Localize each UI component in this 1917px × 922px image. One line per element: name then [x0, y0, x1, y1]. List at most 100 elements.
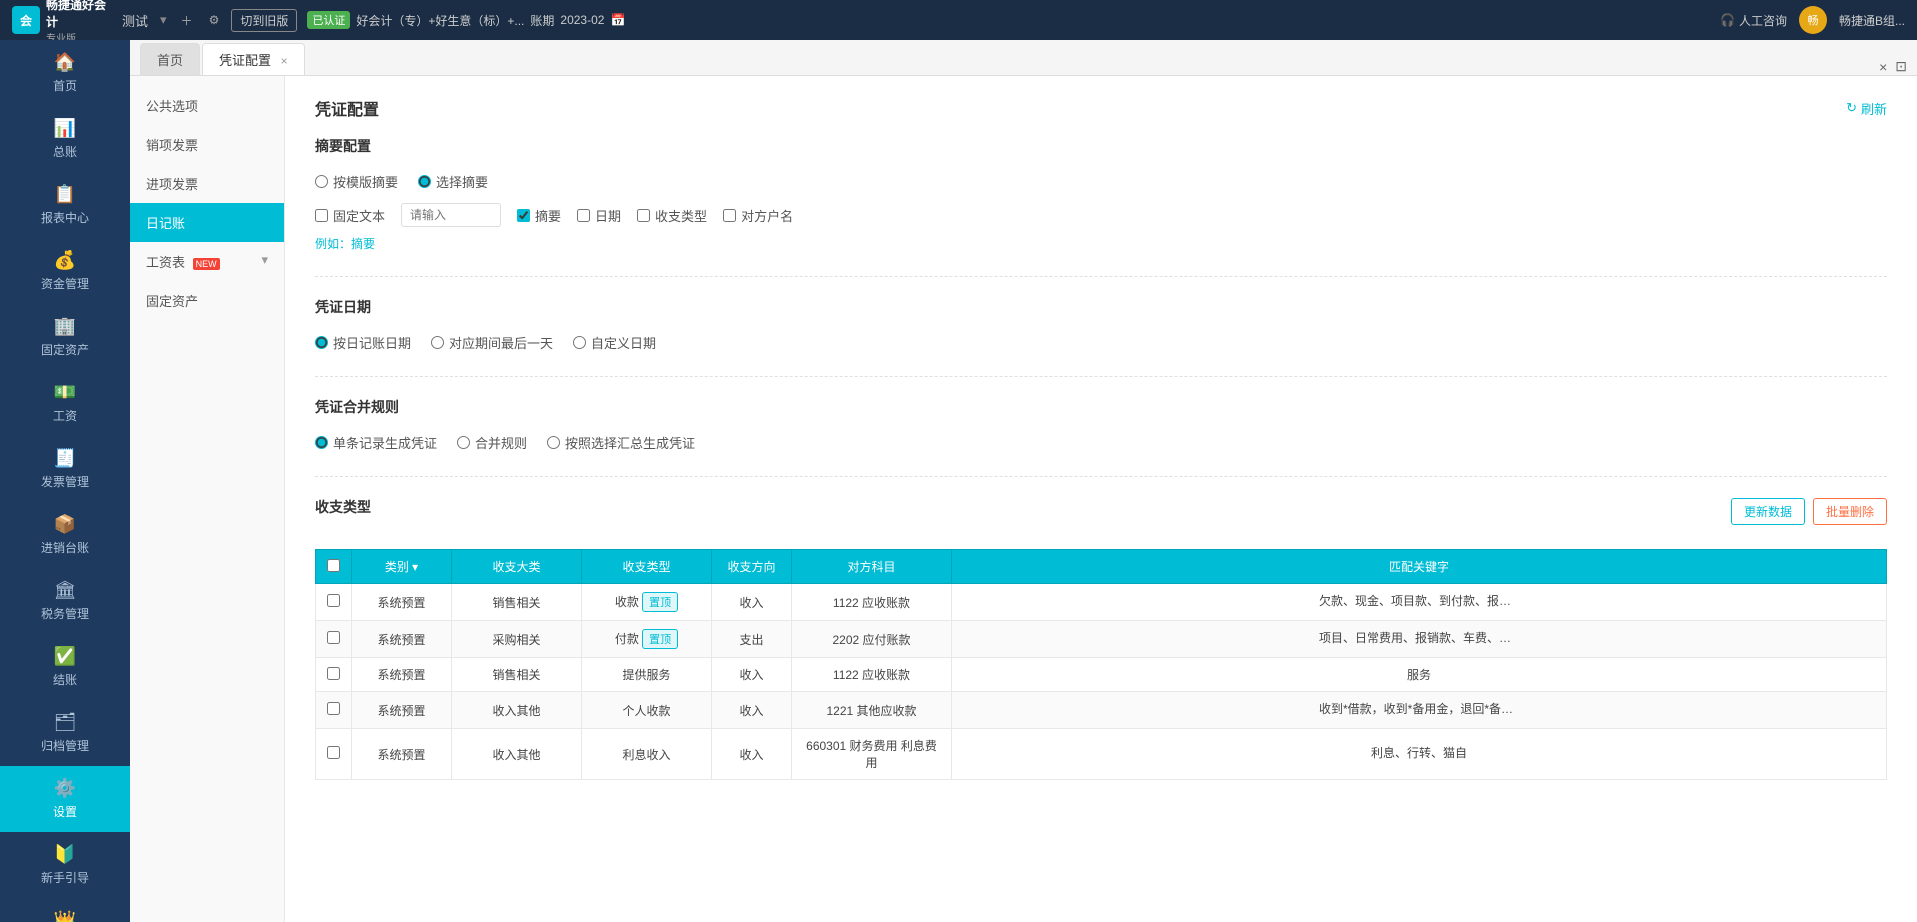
logo: 会 畅捷通好会计 专业版: [12, 0, 112, 45]
merge-rules-radio[interactable]: [457, 436, 470, 449]
summary-radio-template[interactable]: 按模版摘要: [315, 172, 398, 191]
left-nav-journal[interactable]: 日记账: [130, 203, 284, 242]
checkbox-date[interactable]: 日期: [577, 206, 621, 225]
tab-close-icon[interactable]: ×: [281, 54, 288, 68]
row-checkbox-4[interactable]: [327, 746, 340, 759]
left-nav: 公共选项 销项发票 进项发票 日记账 工资表 NEW ▾ 固定资产: [130, 76, 285, 922]
tab-home[interactable]: 首页: [140, 43, 200, 75]
refresh-button[interactable]: ↻ 刷新: [1846, 99, 1887, 118]
summary-checkbox[interactable]: [517, 209, 530, 222]
calendar-icon[interactable]: 📅: [610, 13, 625, 27]
checkbox-summary[interactable]: 摘要: [517, 206, 561, 225]
merge-radio-rules[interactable]: 合并规则: [457, 433, 527, 452]
summary-select-radio[interactable]: [418, 175, 431, 188]
sidebar-item-ledger[interactable]: 📊 总账: [0, 106, 130, 172]
left-nav-payroll[interactable]: 工资表 NEW ▾: [130, 242, 284, 281]
sidebar-item-home[interactable]: 🏠 首页: [0, 40, 130, 106]
td-type-0: 收款 置顶: [582, 584, 712, 621]
merge-single-radio[interactable]: [315, 436, 328, 449]
income-type-checkbox[interactable]: [637, 209, 650, 222]
row-checkbox-1[interactable]: [327, 631, 340, 644]
date-radio-last-day[interactable]: 对应期间最后一天: [431, 333, 553, 352]
select-all-checkbox[interactable]: [327, 559, 340, 572]
table-row: 系统预置 收入其他 利息收入 收入 660301 财务费用 利息费用 利息、行转…: [316, 729, 1887, 780]
fixed-text-checkbox[interactable]: [315, 209, 328, 222]
checkbox-fixed-text[interactable]: 固定文本: [315, 206, 385, 225]
sidebar-item-fixed-assets[interactable]: 🏢 固定资产: [0, 304, 130, 370]
row-checkbox-3[interactable]: [327, 702, 340, 715]
logo-text: 畅捷通好会计 专业版: [46, 0, 112, 45]
archive-icon: 🗂: [54, 712, 77, 733]
top-tag-1[interactable]: 置顶: [642, 629, 678, 649]
td-type-4: 利息收入: [582, 729, 712, 780]
divider-3: [315, 476, 1887, 477]
sidebar-item-payroll[interactable]: 💵 工资: [0, 370, 130, 436]
merge-summary-radio[interactable]: [547, 436, 560, 449]
top-tag-0[interactable]: 置顶: [642, 592, 678, 612]
sidebar-item-tax[interactable]: 🏛 税务管理: [0, 568, 130, 634]
left-nav-public[interactable]: 公共选项: [130, 86, 284, 125]
td-checkbox-0[interactable]: [316, 584, 352, 621]
td-big-type-2: 销售相关: [452, 658, 582, 692]
date-journal-radio[interactable]: [315, 336, 328, 349]
close-window-button[interactable]: ×: [1879, 59, 1887, 75]
row-checkbox-0[interactable]: [327, 594, 340, 607]
sidebar-item-funds[interactable]: 💰 资金管理: [0, 238, 130, 304]
left-nav-purchase-invoice[interactable]: 进项发票: [130, 164, 284, 203]
company-selector[interactable]: 测试: [122, 11, 148, 30]
summary-template-radio[interactable]: [315, 175, 328, 188]
sidebar-item-purchase-sales[interactable]: 📦 进销台账: [0, 502, 130, 568]
company-dropdown-icon[interactable]: ▾: [160, 12, 167, 28]
td-account-0: 1122 应收账款: [792, 584, 952, 621]
merge-radio-single[interactable]: 单条记录生成凭证: [315, 433, 437, 452]
tab-voucher-config[interactable]: 凭证配置 ×: [202, 43, 305, 75]
td-checkbox-4[interactable]: [316, 729, 352, 780]
avatar[interactable]: 畅: [1799, 6, 1827, 34]
checkbox-income-type[interactable]: 收支类型: [637, 206, 707, 225]
sidebar-item-settings[interactable]: ⚙️ 设置: [0, 766, 130, 832]
sidebar-item-close[interactable]: ✅ 结账: [0, 634, 130, 700]
sidebar-item-reports[interactable]: 📋 报表中心: [0, 172, 130, 238]
date-last-day-radio[interactable]: [431, 336, 444, 349]
sidebar-item-member[interactable]: 👑 畅会员: [0, 898, 130, 922]
update-data-button[interactable]: 更新数据: [1731, 498, 1805, 525]
config-area: 凭证配置 ↻ 刷新 摘要配置 按模版摘要: [285, 76, 1917, 922]
td-keyword-0: 欠款、现金、项目款、到付款、报销款、汇入、...: [952, 584, 1887, 621]
settings-button[interactable]: ⚙: [205, 11, 224, 29]
merge-section: 凭证合并规则 单条记录生成凭证 合并规则 按照选择汇总生成凭证: [315, 397, 1887, 452]
td-checkbox-1[interactable]: [316, 621, 352, 658]
date-radio-custom[interactable]: 自定义日期: [573, 333, 656, 352]
batch-delete-button[interactable]: 批量删除: [1813, 498, 1887, 525]
example-text: 例如：摘要: [315, 235, 1887, 252]
home-icon: 🏠: [54, 52, 76, 73]
td-keyword-1: 项目、日常费用、报销款、车费、承兑汇票、付款: [952, 621, 1887, 658]
sidebar-item-invoice[interactable]: 🧾 发票管理: [0, 436, 130, 502]
guide-icon: 🔰: [54, 844, 76, 865]
counterparty-checkbox[interactable]: [723, 209, 736, 222]
left-nav-sales-invoice[interactable]: 销项发票: [130, 125, 284, 164]
merge-radio-group: 单条记录生成凭证 合并规则 按照选择汇总生成凭证: [315, 433, 1887, 452]
td-checkbox-2[interactable]: [316, 658, 352, 692]
row-checkbox-2[interactable]: [327, 667, 340, 680]
support-link[interactable]: 🎧 人工咨询: [1720, 12, 1787, 29]
add-button[interactable]: ＋: [177, 10, 197, 31]
checkbox-counterparty[interactable]: 对方户名: [723, 206, 793, 225]
switch-version-button[interactable]: 切到旧版: [231, 9, 297, 32]
fixed-text-input[interactable]: [401, 203, 501, 227]
th-account: 对方科目: [792, 550, 952, 584]
th-checkbox[interactable]: [316, 550, 352, 584]
page-header: 凭证配置 ↻ 刷新: [315, 96, 1887, 120]
divider-1: [315, 276, 1887, 277]
sidebar-item-archive[interactable]: 🗂 归档管理: [0, 700, 130, 766]
summary-radio-select[interactable]: 选择摘要: [418, 172, 488, 191]
merge-radio-summary[interactable]: 按照选择汇总生成凭证: [547, 433, 695, 452]
expand-window-button[interactable]: ⊡: [1895, 58, 1907, 75]
left-nav-fixed-assets[interactable]: 固定资产: [130, 281, 284, 320]
date-radio-journal[interactable]: 按日记账日期: [315, 333, 411, 352]
main-layout: 🏠 首页 📊 总账 📋 报表中心 💰 资金管理 🏢 固定资产 💵 工资 🧾 发票…: [0, 40, 1917, 922]
period-value[interactable]: 2023-02: [560, 13, 604, 27]
td-checkbox-3[interactable]: [316, 692, 352, 729]
date-custom-radio[interactable]: [573, 336, 586, 349]
sidebar-item-guide[interactable]: 🔰 新手引导: [0, 832, 130, 898]
date-checkbox[interactable]: [577, 209, 590, 222]
